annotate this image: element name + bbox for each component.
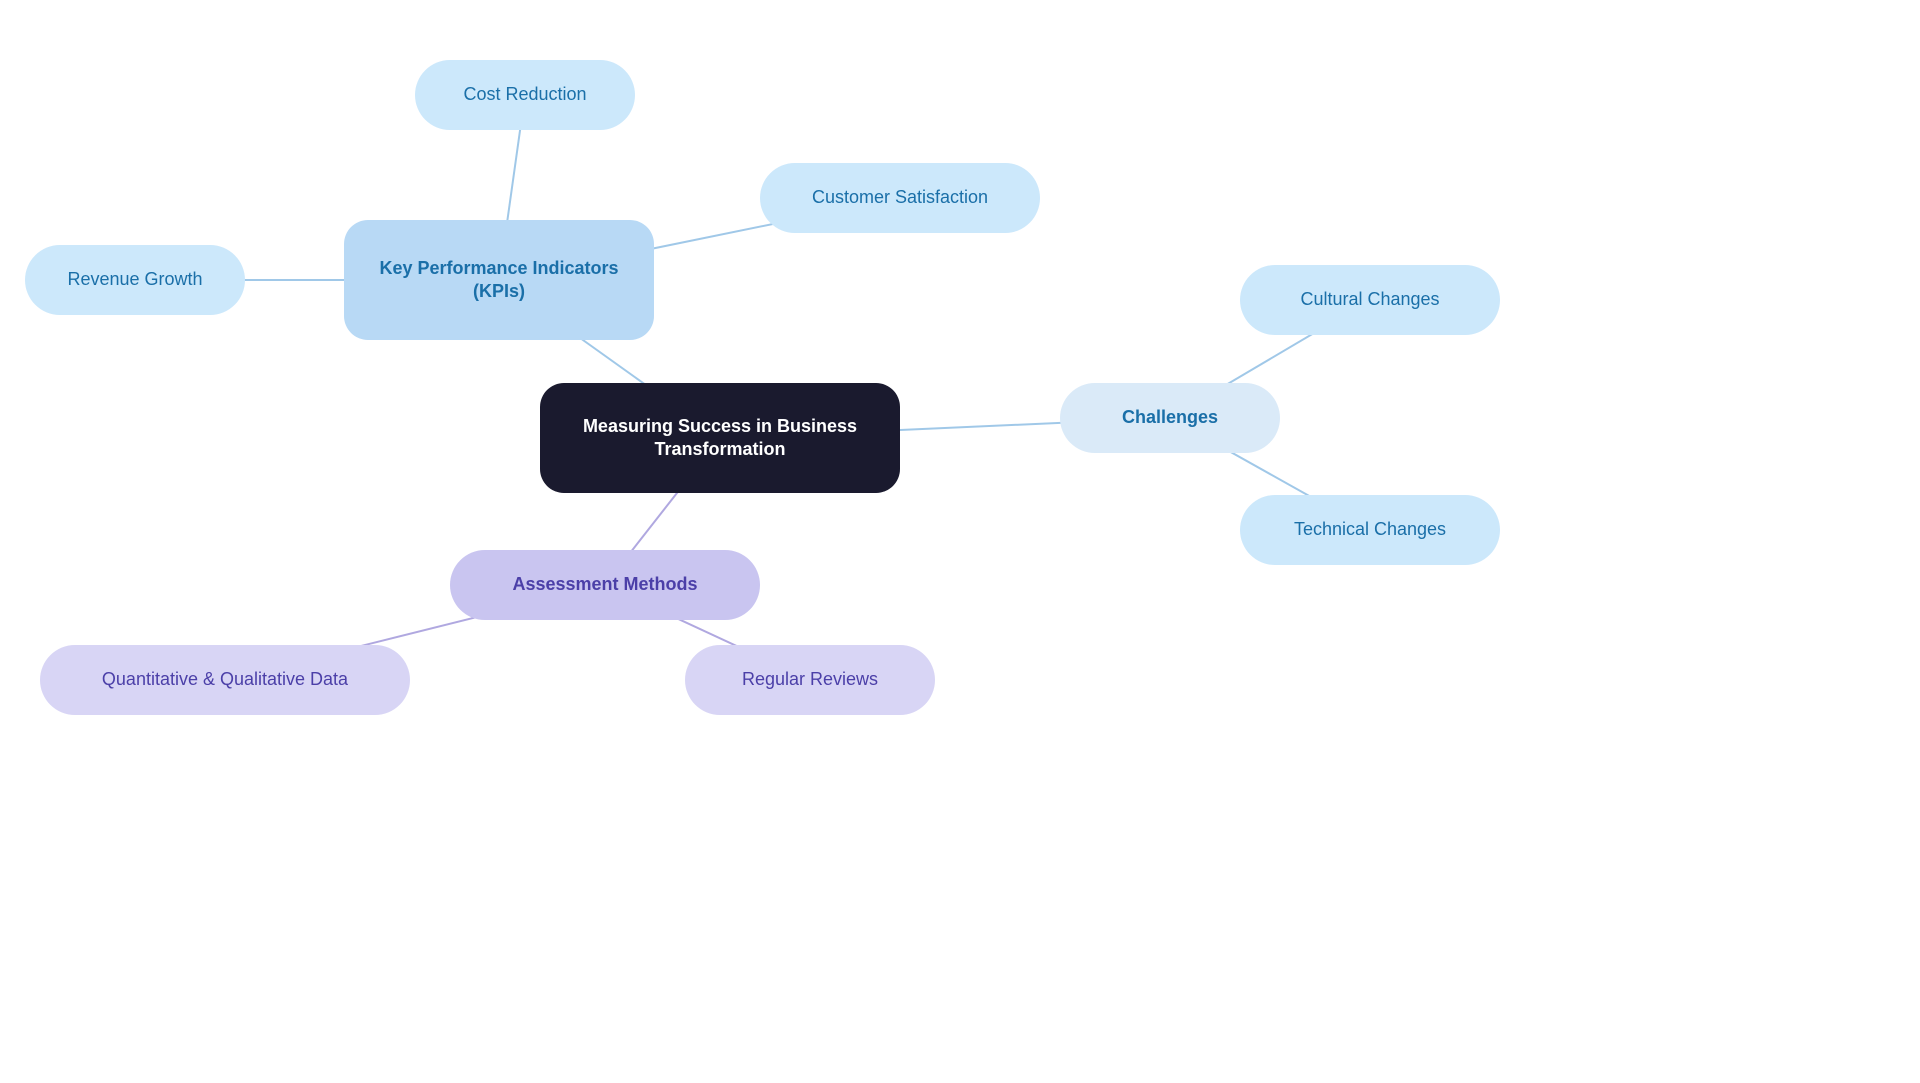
customer-satisfaction-label: Customer Satisfaction [812, 186, 988, 209]
challenges-node: Challenges [1060, 383, 1280, 453]
revenue-growth-label: Revenue Growth [67, 268, 202, 291]
revenue-growth-node: Revenue Growth [25, 245, 245, 315]
cost-reduction-label: Cost Reduction [463, 83, 586, 106]
assessment-methods-label: Assessment Methods [512, 573, 697, 596]
quantitative-node: Quantitative & Qualitative Data [40, 645, 410, 715]
customer-satisfaction-node: Customer Satisfaction [760, 163, 1040, 233]
regular-reviews-label: Regular Reviews [742, 668, 878, 691]
cultural-changes-label: Cultural Changes [1300, 288, 1439, 311]
quantitative-label: Quantitative & Qualitative Data [102, 668, 348, 691]
kpi-node: Key Performance Indicators (KPIs) [344, 220, 654, 340]
kpi-node-label: Key Performance Indicators (KPIs) [372, 257, 626, 304]
cultural-changes-node: Cultural Changes [1240, 265, 1500, 335]
regular-reviews-node: Regular Reviews [685, 645, 935, 715]
cost-reduction-node: Cost Reduction [415, 60, 635, 130]
assessment-methods-node: Assessment Methods [450, 550, 760, 620]
center-node-label: Measuring Success in Business Transforma… [568, 415, 872, 462]
center-node: Measuring Success in Business Transforma… [540, 383, 900, 493]
technical-changes-node: Technical Changes [1240, 495, 1500, 565]
technical-changes-label: Technical Changes [1294, 518, 1446, 541]
challenges-label: Challenges [1122, 406, 1218, 429]
